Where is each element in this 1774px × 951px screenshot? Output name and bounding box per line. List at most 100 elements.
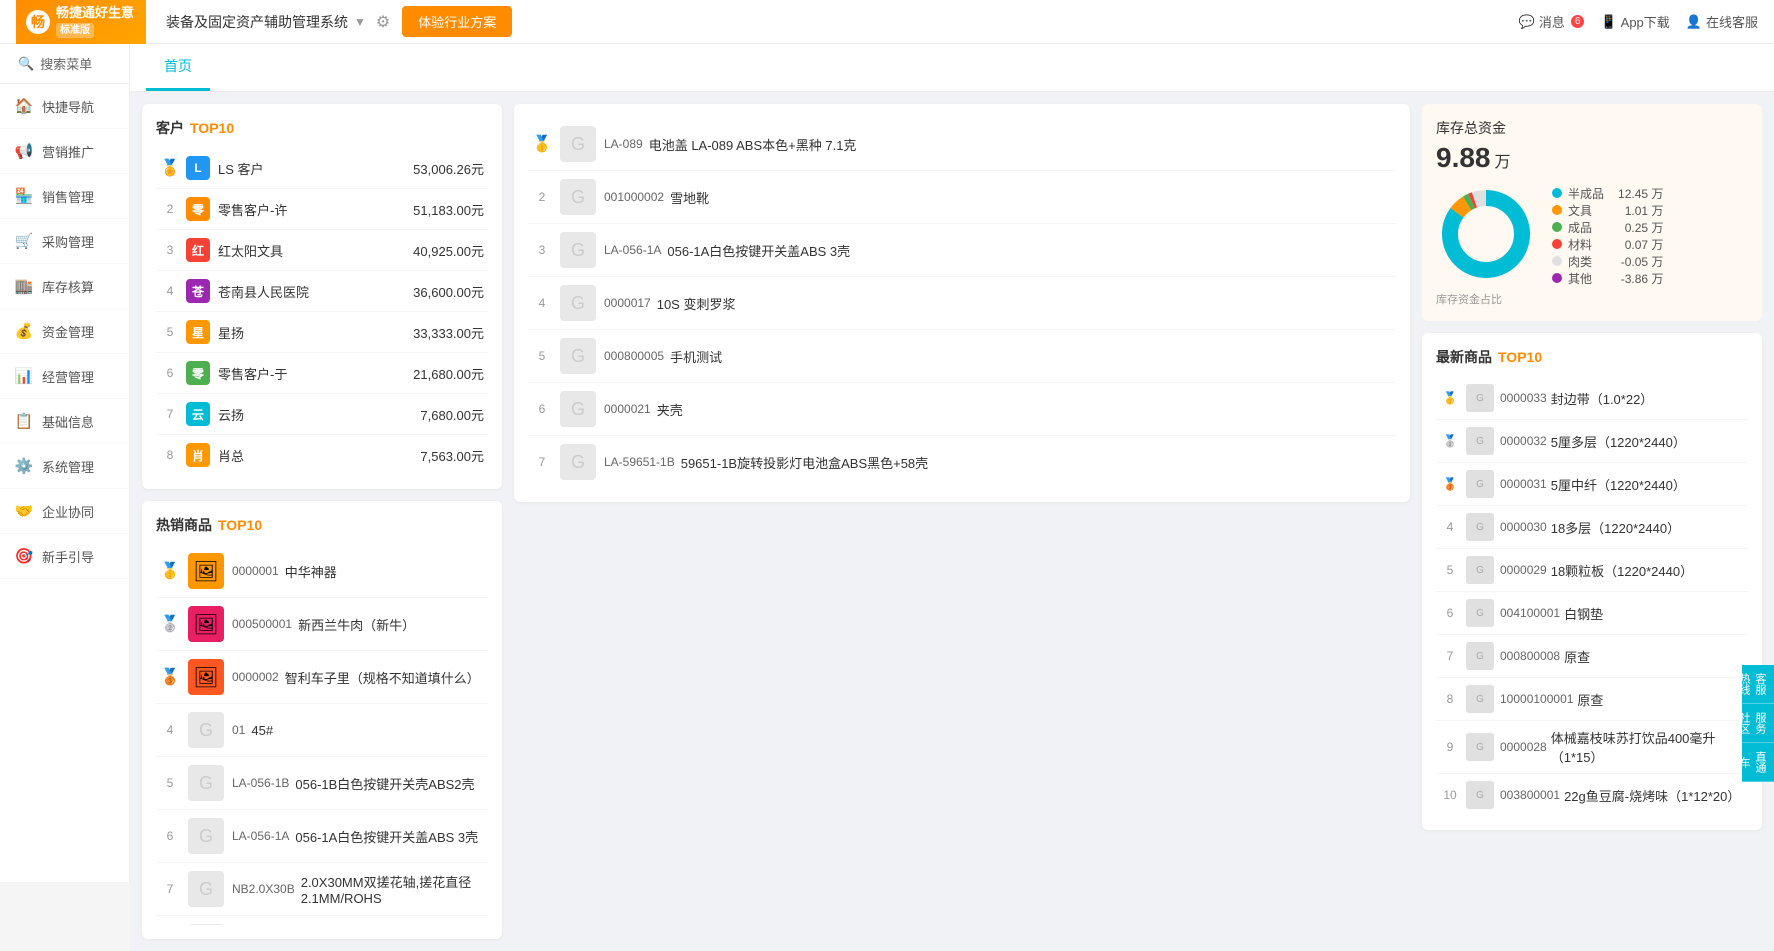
latest-product-item: 🥈 G 0000032 5厘多层（1220*2440） xyxy=(1436,420,1748,463)
customer-list-item: 2 零 零售客户-许 51,183.00元 xyxy=(156,189,488,230)
product-code: 003800001 xyxy=(1500,788,1560,802)
sidebar-item-company[interactable]: 🤝 企业协同 xyxy=(0,489,129,534)
product-list-item: 3 G LA-056-1A 056-1A白色按键开关盖ABS 3壳 xyxy=(528,224,1396,277)
sidebar-item-business[interactable]: 📊 经营管理 xyxy=(0,354,129,399)
purchase-icon: 🛒 xyxy=(14,231,34,251)
legend-label: 文具 xyxy=(1568,202,1592,219)
topbar: 畅 畅捷通好生意 标准版 装备及固定资产辅助管理系统 ▼ ⚙ 体验行业方案 💬 … xyxy=(0,0,1774,44)
latest-product-item: 5 G 0000029 18颗粒板（1220*2440） xyxy=(1436,549,1748,592)
topbar-logo: 畅 畅捷通好生意 标准版 xyxy=(16,0,146,44)
sidebar-item-sales[interactable]: 🏪 销售管理 xyxy=(0,174,129,219)
product-name: 056-1B白色按键开关壳ABS2壳 xyxy=(295,774,474,793)
product-code: 0000002 xyxy=(232,670,279,684)
product-name: 056-1A白色按键开关盖ABS 3壳 xyxy=(295,827,478,846)
sidebar-item-finance[interactable]: 💰 资金管理 xyxy=(0,309,129,354)
product-name: 10S 变刺罗浆 xyxy=(657,294,736,313)
product-code: LA-056-1A xyxy=(604,243,661,257)
product-list-item: 2 G 001000002 雪地靴 xyxy=(528,171,1396,224)
product-image-placeholder: G xyxy=(1466,733,1494,761)
product-image-placeholder: G xyxy=(560,179,596,215)
sidebar-item-guide[interactable]: 🎯 新手引导 xyxy=(0,534,129,579)
business-label: 经营管理 xyxy=(42,367,94,386)
sidebar-item-basic[interactable]: 📋 基础信息 xyxy=(0,399,129,444)
sidebar-item-stock[interactable]: 🏬 库存核算 xyxy=(0,264,129,309)
sidebar-item-purchase[interactable]: 🛒 采购管理 xyxy=(0,219,129,264)
product-image-placeholder: G xyxy=(560,285,596,321)
latest-products-card: 最新商品 TOP10 🥇 G 0000033 封边带（1.0*22） 🥈 G 0… xyxy=(1422,333,1762,830)
trial-button[interactable]: 体验行业方案 xyxy=(402,6,512,37)
community-button[interactable]: 服务社区 xyxy=(1742,704,1774,743)
customer-list-item: 5 星 星扬 33,333.00元 xyxy=(156,312,488,353)
finance-icon: 💰 xyxy=(14,321,34,341)
logo-tag: 标准版 xyxy=(56,23,94,38)
customer-avatar: 云 xyxy=(186,402,210,426)
right-panel: 库存总资金 9.88 万 xyxy=(1422,104,1762,939)
donut-chart xyxy=(1436,184,1536,287)
stock-legend-item: 成品 0.25 万 xyxy=(1552,219,1663,236)
rank-num: 6 xyxy=(160,366,180,380)
sidebar-item-marketing[interactable]: 📢 营销推广 xyxy=(0,129,129,174)
app-download-button[interactable]: 📱 App下载 xyxy=(1600,12,1669,31)
product-name: 电池盖 LA-089 ABS本色+黑种 7.1克 xyxy=(649,135,857,154)
rank-num: 9 xyxy=(1440,740,1460,754)
legend-dot xyxy=(1552,273,1562,283)
messages-button[interactable]: 💬 消息 6 xyxy=(1519,12,1585,31)
online-service-button[interactable]: 👤 在线客服 xyxy=(1686,12,1758,31)
marketing-label: 营销推广 xyxy=(42,142,94,161)
content-area: 客户TOP10 🏅 L LS 客户 53,006.26元 2 零 零售客户-许 … xyxy=(130,92,1774,951)
rank-num: 8 xyxy=(160,448,180,462)
product-image: 🖼 xyxy=(188,606,224,642)
product-image-placeholder: G xyxy=(1466,513,1494,541)
product-list-item: 5 G LA-056-1B 056-1B白色按键开关壳ABS2壳 xyxy=(156,757,488,810)
rank-num: 7 xyxy=(160,407,180,421)
legend-label: 半成品 xyxy=(1568,185,1604,202)
rank-num: 2 xyxy=(532,190,552,204)
customer-amount: 51,183.00元 xyxy=(413,200,484,219)
legend-value: 0.07 万 xyxy=(1617,236,1664,253)
legend-value: 0.25 万 xyxy=(1617,219,1664,236)
hotline-button[interactable]: 客服热线 xyxy=(1742,665,1774,704)
product-image-placeholder: G xyxy=(560,391,596,427)
system-icon: ⚙️ xyxy=(14,456,34,476)
legend-label: 其他 xyxy=(1568,270,1592,287)
product-code: NB2.0X30B xyxy=(232,882,295,896)
customer-name: 红太阳文具 xyxy=(218,241,413,260)
legend-value: 12.45 万 xyxy=(1610,185,1663,202)
product-image-placeholder: G xyxy=(560,338,596,374)
medal-bronze-icon: 🥉 xyxy=(160,667,180,687)
product-code: 0000021 xyxy=(604,402,651,416)
search-menu[interactable]: 🔍 搜索菜单 xyxy=(0,44,129,84)
customer-avatar: 星 xyxy=(186,320,210,344)
customer-name: LS 客户 xyxy=(218,159,413,178)
sidebar-item-quick-nav[interactable]: 🏠 快捷导航 xyxy=(0,84,129,129)
stock-legend-item: 半成品 12.45 万 xyxy=(1552,185,1663,202)
product-name: 5厘多层（1220*2440） xyxy=(1551,432,1686,451)
company-icon: 🤝 xyxy=(14,501,34,521)
product-code: LA-056-1A xyxy=(232,829,289,843)
legend-dot xyxy=(1552,239,1562,249)
message-badge: 6 xyxy=(1571,15,1585,28)
customer-amount: 40,925.00元 xyxy=(413,241,484,260)
tab-home[interactable]: 首页 xyxy=(146,44,210,91)
direct-button[interactable]: 直通车 xyxy=(1742,743,1774,782)
finance-label: 资金管理 xyxy=(42,322,94,341)
product-image: 🖼 xyxy=(188,553,224,589)
rank-num: 5 xyxy=(160,776,180,790)
product-code: 0000028 xyxy=(1500,740,1547,754)
quick-nav-label: 快捷导航 xyxy=(42,97,94,116)
product-name: 18颗粒板（1220*2440） xyxy=(1551,561,1693,580)
product-code: 0000033 xyxy=(1500,391,1547,405)
product-name: 体械嘉枝味苏打饮品400毫升（1*15） xyxy=(1551,728,1744,766)
system-dropdown-arrow[interactable]: ▼ xyxy=(354,15,366,29)
product-code: 001000002 xyxy=(604,190,664,204)
medal-gold-icon: 🥇 xyxy=(1440,391,1460,405)
gear-icon[interactable]: ⚙ xyxy=(376,12,390,32)
customer-list-item: 🏅 L LS 客户 53,006.26元 xyxy=(156,148,488,189)
sidebar-item-system[interactable]: ⚙️ 系统管理 xyxy=(0,444,129,489)
stock-legend-item: 其他 -3.86 万 xyxy=(1552,270,1663,287)
rank-num: 6 xyxy=(160,829,180,843)
legend-label: 材料 xyxy=(1568,236,1592,253)
product-list-item: 5 G 000800005 手机测试 xyxy=(528,330,1396,383)
hot-products-title: 热销商品 TOP10 xyxy=(156,515,488,535)
basic-icon: 📋 xyxy=(14,411,34,431)
